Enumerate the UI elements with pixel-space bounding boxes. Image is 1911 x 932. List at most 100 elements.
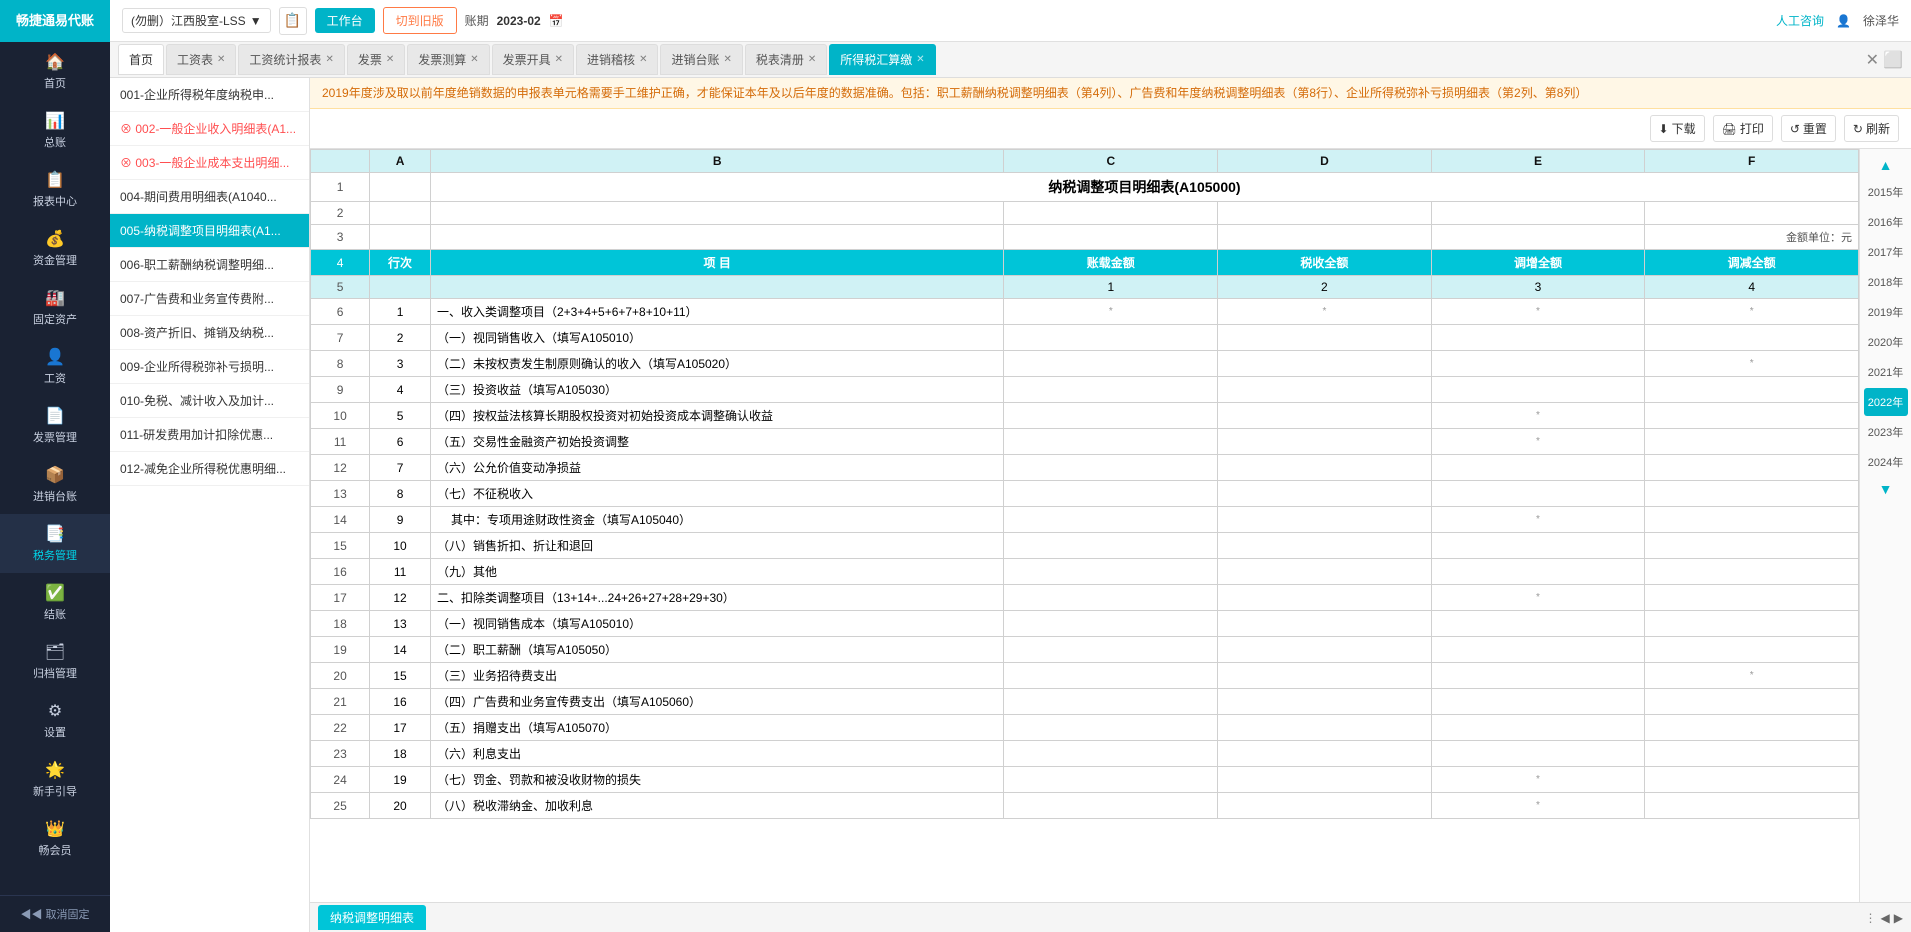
year-scroll-down[interactable]: ▼ (1874, 477, 1898, 501)
cell-c4[interactable]: * (1645, 663, 1859, 689)
cell-c1[interactable] (1004, 663, 1218, 689)
cell-3d[interactable] (1218, 225, 1432, 250)
cell-item[interactable]: （六）利息支出 (430, 741, 1004, 767)
cell-c4[interactable] (1645, 741, 1859, 767)
cell-c4[interactable] (1645, 403, 1859, 429)
cell-c2[interactable] (1218, 429, 1432, 455)
cell-3a[interactable] (370, 225, 431, 250)
tab-ledger[interactable]: 进销台账 ✕ (660, 44, 742, 75)
cell-c1[interactable] (1004, 481, 1218, 507)
cell-c2[interactable] (1218, 455, 1432, 481)
cell-hang[interactable]: 13 (370, 611, 431, 637)
copy-icon-button[interactable]: 📋 (279, 7, 307, 35)
cell-c2[interactable] (1218, 741, 1432, 767)
cell-c3[interactable]: * (1431, 767, 1645, 793)
tab-payroll-stats-close[interactable]: ✕ (325, 54, 333, 65)
cell-c3[interactable]: * (1431, 429, 1645, 455)
tab-payroll-stats[interactable]: 工资统计报表 ✕ (238, 44, 344, 75)
cell-hang[interactable]: 10 (370, 533, 431, 559)
cell-item[interactable]: （五）捐赠支出（填写A105070） (430, 715, 1004, 741)
company-selector[interactable]: (勿删）江西股室-LSS ▼ (122, 8, 271, 33)
cell-c3[interactable] (1431, 689, 1645, 715)
sidebar-item-general-ledger[interactable]: 📊 总账 (0, 101, 110, 160)
sidebar-item-payroll[interactable]: 👤 工资 (0, 337, 110, 396)
cell-c4[interactable] (1645, 793, 1859, 819)
cell-c2[interactable]: * (1218, 299, 1432, 325)
cell-c4[interactable] (1645, 715, 1859, 741)
cell-hang[interactable]: 19 (370, 767, 431, 793)
cell-item[interactable]: （八）税收滞纳金、加收利息 (430, 793, 1004, 819)
left-item-6[interactable]: 007-广告费和业务宣传费附... (110, 282, 309, 316)
cell-hang[interactable]: 8 (370, 481, 431, 507)
cell-c2[interactable] (1218, 637, 1432, 663)
left-item-3[interactable]: 004-期间费用明细表(A1040... (110, 180, 309, 214)
cell-c4[interactable] (1645, 507, 1859, 533)
cell-c2[interactable] (1218, 533, 1432, 559)
cell-2c[interactable] (1004, 202, 1218, 225)
cell-item[interactable]: （三）投资收益（填写A105030） (430, 377, 1004, 403)
cell-item[interactable]: （一）视同销售成本（填写A105010） (430, 611, 1004, 637)
cell-c4[interactable] (1645, 559, 1859, 585)
cell-hang[interactable]: 7 (370, 455, 431, 481)
left-item-8[interactable]: 009-企业所得税弥补亏损明... (110, 350, 309, 384)
year-item-2018[interactable]: 2018年 (1864, 268, 1908, 296)
tab-payroll-close[interactable]: ✕ (217, 54, 225, 65)
cell-c4[interactable] (1645, 611, 1859, 637)
human-service-link[interactable]: 人工咨询 (1776, 12, 1824, 29)
year-item-2020[interactable]: 2020年 (1864, 328, 1908, 356)
left-item-10[interactable]: 011-研发费用加计扣除优惠... (110, 418, 309, 452)
cell-item[interactable]: （四）按权益法核算长期股权投资对初始投资成本调整确认收益 (430, 403, 1004, 429)
sidebar-item-report-center[interactable]: 📋 报表中心 (0, 160, 110, 219)
cell-c1[interactable] (1004, 767, 1218, 793)
user-name[interactable]: 徐泽华 (1863, 12, 1899, 29)
cell-c4[interactable] (1645, 481, 1859, 507)
reset-button[interactable]: ↺ 重置 (1781, 115, 1836, 142)
tab-invoice[interactable]: 发票 ✕ (347, 44, 405, 75)
cell-c4[interactable] (1645, 585, 1859, 611)
left-item-9[interactable]: 010-免税、减计收入及加计... (110, 384, 309, 418)
cell-item[interactable]: （二）职工薪酬（填写A105050） (430, 637, 1004, 663)
cell-item[interactable]: 二、扣除类调整项目（13+14+...24+26+27+28+29+30） (430, 585, 1004, 611)
cell-c2[interactable] (1218, 351, 1432, 377)
cell-c3[interactable]: * (1431, 793, 1645, 819)
cell-c1[interactable] (1004, 455, 1218, 481)
cell-c4[interactable]: * (1645, 299, 1859, 325)
cell-hang[interactable]: 20 (370, 793, 431, 819)
cell-c1[interactable] (1004, 715, 1218, 741)
cell-c2[interactable] (1218, 689, 1432, 715)
cell-c3[interactable] (1431, 663, 1645, 689)
cell-c2[interactable] (1218, 377, 1432, 403)
tab-home[interactable]: 首页 (118, 44, 164, 75)
cell-c3[interactable] (1431, 741, 1645, 767)
cell-hang[interactable]: 11 (370, 559, 431, 585)
cell-c4[interactable]: * (1645, 351, 1859, 377)
cell-c1[interactable] (1004, 611, 1218, 637)
sidebar-item-guide[interactable]: 🌟 新手引导 (0, 750, 110, 809)
cell-2f[interactable] (1645, 202, 1859, 225)
cell-c1[interactable]: * (1004, 299, 1218, 325)
tab-income-tax[interactable]: 所得税汇算缴 ✕ (829, 44, 935, 75)
cell-c4[interactable] (1645, 689, 1859, 715)
cell-c2[interactable] (1218, 767, 1432, 793)
sidebar-item-fixed-assets[interactable]: 🏭 固定资产 (0, 278, 110, 337)
left-item-2[interactable]: 003-一般企业成本支出明细... (110, 146, 309, 180)
cell-c1[interactable] (1004, 533, 1218, 559)
year-item-2022[interactable]: 2022年 (1864, 388, 1908, 416)
download-button[interactable]: ⬇ 下载 (1650, 115, 1705, 142)
cell-item[interactable]: 其中：专项用途财政性资金（填写A105040） (430, 507, 1004, 533)
cell-c2[interactable] (1218, 507, 1432, 533)
cell-item[interactable]: （六）公允价值变动净损益 (430, 455, 1004, 481)
cell-c4[interactable] (1645, 637, 1859, 663)
workbench-button[interactable]: 工作台 (315, 8, 375, 33)
cell-c2[interactable] (1218, 611, 1432, 637)
cell-item[interactable]: （五）交易性金融资产初始投资调整 (430, 429, 1004, 455)
cell-2d[interactable] (1218, 202, 1432, 225)
cell-item[interactable]: （七）罚金、罚款和被没收财物的损失 (430, 767, 1004, 793)
bottom-tab-item[interactable]: 纳税调整明细表 (318, 905, 426, 930)
cell-2b[interactable] (430, 202, 1004, 225)
cell-c4[interactable] (1645, 325, 1859, 351)
tab-invoice-close[interactable]: ✕ (386, 54, 394, 65)
cell-c3[interactable]: * (1431, 403, 1645, 429)
tab-invoice-issue[interactable]: 发票开具 ✕ (492, 44, 574, 75)
cell-hang[interactable]: 2 (370, 325, 431, 351)
